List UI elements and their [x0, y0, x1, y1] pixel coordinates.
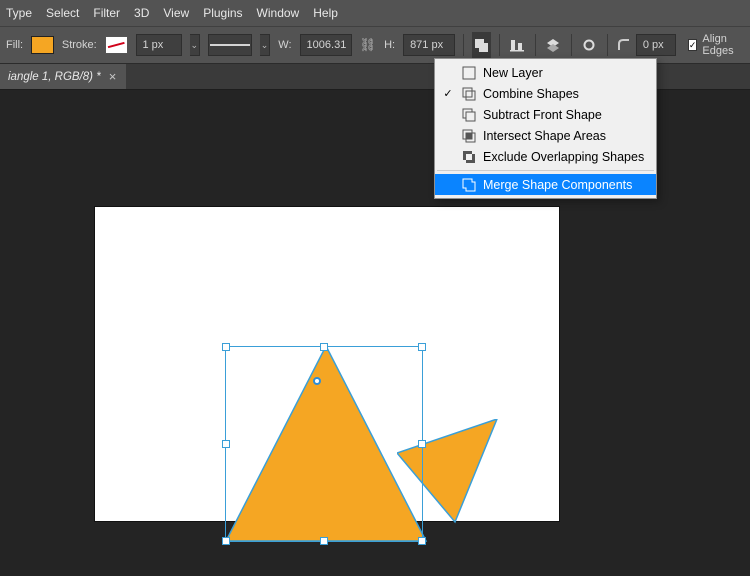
- align-edges-label: Align Edges: [702, 33, 744, 57]
- separator: [571, 34, 572, 56]
- width-field[interactable]: 1006.31: [300, 34, 352, 56]
- transform-origin[interactable]: [313, 377, 321, 385]
- menu-select[interactable]: Select: [46, 6, 79, 20]
- resize-handle-se[interactable]: [418, 537, 426, 545]
- align-edges-checkbox[interactable]: ✓: [688, 39, 698, 51]
- menu-exclude-overlapping[interactable]: Exclude Overlapping Shapes: [435, 146, 656, 167]
- menu-type[interactable]: Type: [6, 6, 32, 20]
- align-edges-group[interactable]: ✓ Align Edges: [688, 33, 744, 57]
- menu-new-layer[interactable]: New Layer: [435, 62, 656, 83]
- selection-bounding-box[interactable]: [225, 346, 423, 542]
- fill-swatch[interactable]: [31, 36, 54, 54]
- menu-item-label: New Layer: [483, 66, 543, 80]
- separator: [463, 34, 464, 56]
- separator: [535, 34, 536, 56]
- document-tab[interactable]: iangle 1, RGB/8) * ×: [0, 64, 126, 89]
- resize-handle-w[interactable]: [222, 440, 230, 448]
- resize-handle-sw[interactable]: [222, 537, 230, 545]
- pathops-button[interactable]: [472, 32, 491, 58]
- gear-icon[interactable]: [580, 32, 599, 58]
- resize-handle-s[interactable]: [320, 537, 328, 545]
- h-label: H:: [384, 39, 395, 51]
- arrange-button[interactable]: [544, 32, 563, 58]
- close-tab-icon[interactable]: ×: [109, 69, 117, 84]
- menu-plugins[interactable]: Plugins: [203, 6, 242, 20]
- menu-help[interactable]: Help: [313, 6, 338, 20]
- app-menubar[interactable]: Type Select Filter 3D View Plugins Windo…: [0, 0, 750, 26]
- menu-divider: [437, 170, 654, 171]
- combine-icon: [461, 86, 477, 102]
- w-label: W:: [278, 39, 291, 51]
- resize-handle-nw[interactable]: [222, 343, 230, 351]
- menu-filter[interactable]: Filter: [93, 6, 120, 20]
- merge-icon: [461, 177, 477, 193]
- new-layer-icon: [461, 65, 477, 81]
- intersect-icon: [461, 128, 477, 144]
- stroke-label: Stroke:: [62, 39, 97, 51]
- resize-handle-n[interactable]: [320, 343, 328, 351]
- document-tab-title: iangle 1, RGB/8) *: [8, 71, 101, 83]
- align-button[interactable]: [508, 32, 527, 58]
- menu-intersect[interactable]: Intersect Shape Areas: [435, 125, 656, 146]
- stroke-style-caret[interactable]: ⌄: [260, 34, 271, 56]
- checkmark-icon: ✓: [441, 87, 455, 100]
- separator: [607, 34, 608, 56]
- height-field[interactable]: 871 px: [403, 34, 455, 56]
- stroke-style[interactable]: [208, 34, 252, 56]
- corner-radius-group: 0 px: [616, 34, 676, 56]
- menu-item-label: Combine Shapes: [483, 87, 579, 101]
- menu-3d[interactable]: 3D: [134, 6, 149, 20]
- stroke-swatch[interactable]: [105, 36, 128, 54]
- resize-handle-ne[interactable]: [418, 343, 426, 351]
- corner-icon: [616, 37, 632, 53]
- menu-subtract-front[interactable]: Subtract Front Shape: [435, 104, 656, 125]
- stroke-width-field[interactable]: 1 px: [136, 34, 182, 56]
- link-wh-icon[interactable]: ⛓: [360, 37, 377, 53]
- menu-item-label: Intersect Shape Areas: [483, 129, 606, 143]
- menu-view[interactable]: View: [163, 6, 189, 20]
- exclude-icon: [461, 149, 477, 165]
- menu-item-label: Merge Shape Components: [483, 178, 632, 192]
- menu-item-label: Exclude Overlapping Shapes: [483, 150, 644, 164]
- menu-item-label: Subtract Front Shape: [483, 108, 602, 122]
- menu-merge-components[interactable]: Merge Shape Components: [435, 174, 656, 195]
- menu-window[interactable]: Window: [257, 6, 300, 20]
- path-operations-menu[interactable]: New Layer ✓ Combine Shapes Subtract Fron…: [434, 58, 657, 199]
- separator: [499, 34, 500, 56]
- corner-radius-field[interactable]: 0 px: [636, 34, 676, 56]
- subtract-icon: [461, 107, 477, 123]
- fill-label: Fill:: [6, 39, 23, 51]
- resize-handle-e[interactable]: [418, 440, 426, 448]
- menu-combine-shapes[interactable]: ✓ Combine Shapes: [435, 83, 656, 104]
- stroke-width-caret[interactable]: ⌄: [190, 34, 201, 56]
